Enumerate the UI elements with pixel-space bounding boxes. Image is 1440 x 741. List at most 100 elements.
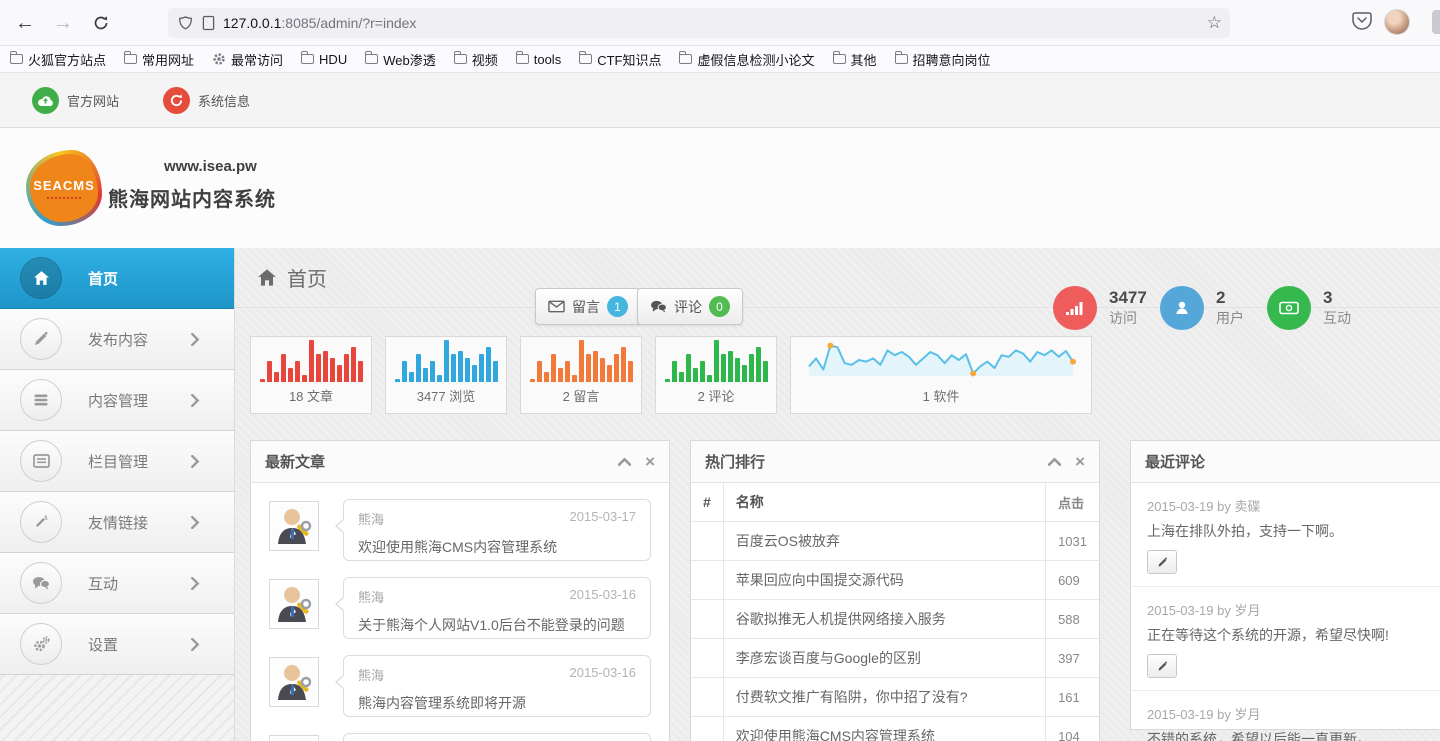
bookmark-item[interactable]: HDU xyxy=(301,51,347,67)
article-title[interactable]: 关于熊海个人网站V1.0后台不能登录的问题 xyxy=(358,615,636,635)
bookmark-item[interactable]: 最常访问 xyxy=(212,50,283,69)
system-info-label: 系统信息 xyxy=(198,93,251,109)
stat-box-views[interactable]: 3477 浏览 xyxy=(385,336,507,414)
article-title[interactable]: 欢迎使用熊海CMS内容管理系统 xyxy=(358,537,636,557)
table-row[interactable]: 百度云OS被放弃 1031 xyxy=(691,521,1099,561)
comments-chart-label: 2 评论 xyxy=(697,389,735,404)
bookmark-item[interactable]: 火狐官方站点 xyxy=(10,50,106,69)
sidebar-item-label: 栏目管理 xyxy=(88,453,149,471)
article-item[interactable]: 熊海 2015-03-16 关于熊海个人网站V1.0后台不能登录的问题 xyxy=(267,577,653,639)
edit-comment-button[interactable] xyxy=(1147,654,1177,678)
table-row[interactable]: 欢迎使用熊海CMS内容管理系统 104 xyxy=(691,716,1099,741)
collapse-icon[interactable] xyxy=(1048,457,1062,466)
article-name[interactable]: 百度云OS被放弃 xyxy=(722,521,1047,561)
sidebar-item-categories[interactable]: 栏目管理 xyxy=(0,431,234,492)
sidebar-item-label: 发布内容 xyxy=(88,331,149,349)
comment-item: 2015-03-19 by 岁月 不错的系统，希望以后能一直更新。 xyxy=(1131,691,1440,741)
stat-box-software[interactable]: 1 软件 xyxy=(790,336,1092,414)
collapse-icon[interactable] xyxy=(618,457,632,466)
stat-box-articles[interactable]: 18 文章 xyxy=(250,336,372,414)
bookmark-item[interactable]: 其他 xyxy=(832,50,877,69)
close-icon[interactable]: × xyxy=(645,453,655,470)
extension-icon[interactable] xyxy=(1432,10,1440,34)
table-row[interactable]: 苹果回应向中国提交源代码 609 xyxy=(691,560,1099,600)
article-name[interactable]: 谷歌拟推无人机提供网络接入服务 xyxy=(722,599,1047,639)
users-value: 2 xyxy=(1216,288,1226,307)
bookmark-item[interactable]: tools xyxy=(515,51,561,67)
sidebar-item-settings[interactable]: 设置 xyxy=(0,614,234,675)
article-item[interactable]: 熊海 2015-03-16 熊海内容管理系统即将开源 xyxy=(267,655,653,717)
chevron-right-icon xyxy=(191,333,200,346)
click-count: 104 xyxy=(1045,716,1099,741)
pencil-icon xyxy=(1157,556,1167,567)
close-icon[interactable]: × xyxy=(1075,453,1085,470)
article-date: 2015-03-17 xyxy=(569,509,637,524)
comments-button[interactable]: 评论 0 xyxy=(637,288,743,325)
reload-button[interactable] xyxy=(86,8,116,38)
folder-icon xyxy=(832,51,846,64)
forward-button[interactable]: → xyxy=(48,8,78,38)
pencil-icon xyxy=(20,318,62,360)
author-avatar xyxy=(269,657,319,707)
article-author: 熊海 xyxy=(358,590,385,605)
sidebar-item-home[interactable]: 首页 xyxy=(0,248,234,309)
bookmark-item[interactable]: Web渗透 xyxy=(365,50,436,69)
bookmark-item[interactable]: 虚假信息检测小论文 xyxy=(679,50,815,69)
click-count: 161 xyxy=(1045,677,1099,717)
sidebar-item-label: 设置 xyxy=(88,636,119,654)
page-info-icon[interactable] xyxy=(202,15,215,31)
logo-blob: SEACMS xyxy=(30,154,98,222)
articles-bar-chart xyxy=(259,338,363,382)
bar-chart-icon xyxy=(1053,286,1097,330)
stat-box-comments[interactable]: 2 评论 xyxy=(655,336,777,414)
site-header: SEACMS www.isea.pw 熊海网站内容系统 留言 1 评论 0 34… xyxy=(0,128,1440,330)
shield-icon[interactable] xyxy=(178,15,193,32)
article-item[interactable]: 熊海 2015-03-17 欢迎使用熊海CMS内容管理系统 xyxy=(267,499,653,561)
official-site-button[interactable]: 官方网站 xyxy=(32,86,119,114)
system-info-button[interactable]: 系统信息 xyxy=(163,86,251,114)
bookmark-item[interactable]: 招聘意向岗位 xyxy=(894,50,991,69)
table-row[interactable]: 付费软文推广有陷阱，你中招了没有? 161 xyxy=(691,677,1099,717)
wand-icon xyxy=(20,501,62,543)
article-name[interactable]: 李彦宏谈百度与Google的区别 xyxy=(722,638,1047,678)
sidebar-item-interaction[interactable]: 互动 xyxy=(0,553,234,614)
article-title[interactable]: 熊海内容管理系统即将开源 xyxy=(358,693,636,713)
article-name[interactable]: 付费软文推广有陷阱，你中招了没有? xyxy=(722,677,1047,717)
sidebar-item-label: 首页 xyxy=(88,270,119,288)
sidebar-item-publish[interactable]: 发布内容 xyxy=(0,309,234,370)
table-row[interactable]: 谷歌拟推无人机提供网络接入服务 588 xyxy=(691,599,1099,639)
edit-comment-button[interactable] xyxy=(1147,550,1177,574)
messages-button[interactable]: 留言 1 xyxy=(535,288,641,325)
comment-item: 2015-03-19 by 卖碟 上海在排队外拍，支持一下啊。 xyxy=(1131,483,1440,587)
pocket-icon[interactable] xyxy=(1350,9,1374,33)
seacms-logo: SEACMS xyxy=(26,150,102,226)
chevron-right-icon xyxy=(191,577,200,590)
article-name[interactable]: 欢迎使用熊海CMS内容管理系统 xyxy=(722,716,1047,741)
comments-label: 评论 xyxy=(674,298,702,315)
address-bar[interactable]: 127.0.0.1:8085/admin/?r=index ☆ xyxy=(168,8,1230,38)
messages-label: 留言 xyxy=(572,298,600,315)
bookmark-item[interactable]: CTF知识点 xyxy=(579,50,661,69)
bookmark-item[interactable]: 常用网址 xyxy=(124,50,194,69)
pencil-icon xyxy=(1157,660,1167,671)
article-name[interactable]: 苹果回应向中国提交源代码 xyxy=(722,560,1047,600)
views-chart-label: 3477 浏览 xyxy=(416,389,476,404)
bookmark-item[interactable]: 视频 xyxy=(453,50,498,69)
panel-title: 热门排行 xyxy=(705,454,766,471)
interactions-stat: 3 互动 xyxy=(1267,286,1351,330)
bookmark-label: 虚假信息检测小论文 xyxy=(697,52,815,68)
bookmark-label: 视频 xyxy=(471,52,498,68)
software-chart-label: 1 软件 xyxy=(922,389,960,404)
stat-box-messages[interactable]: 2 留言 xyxy=(520,336,642,414)
profile-avatar[interactable] xyxy=(1384,9,1410,35)
envelope-icon xyxy=(548,300,565,313)
article-date: 2015-03-16 xyxy=(569,587,637,602)
sidebar-item-links[interactable]: 友情链接 xyxy=(0,492,234,553)
column-header-name: 名称 xyxy=(722,483,1047,522)
bookmark-label: 火狐官方站点 xyxy=(28,52,107,68)
back-button[interactable]: ← xyxy=(10,8,40,38)
bookmark-star-icon[interactable]: ☆ xyxy=(1207,13,1222,33)
table-row[interactable]: 李彦宏谈百度与Google的区别 397 xyxy=(691,638,1099,678)
sidebar-item-content[interactable]: 内容管理 xyxy=(0,370,234,431)
article-bubble: 熊海 2015-03-16 关于熊海个人网站V1.0后台不能登录的问题 xyxy=(335,577,651,639)
